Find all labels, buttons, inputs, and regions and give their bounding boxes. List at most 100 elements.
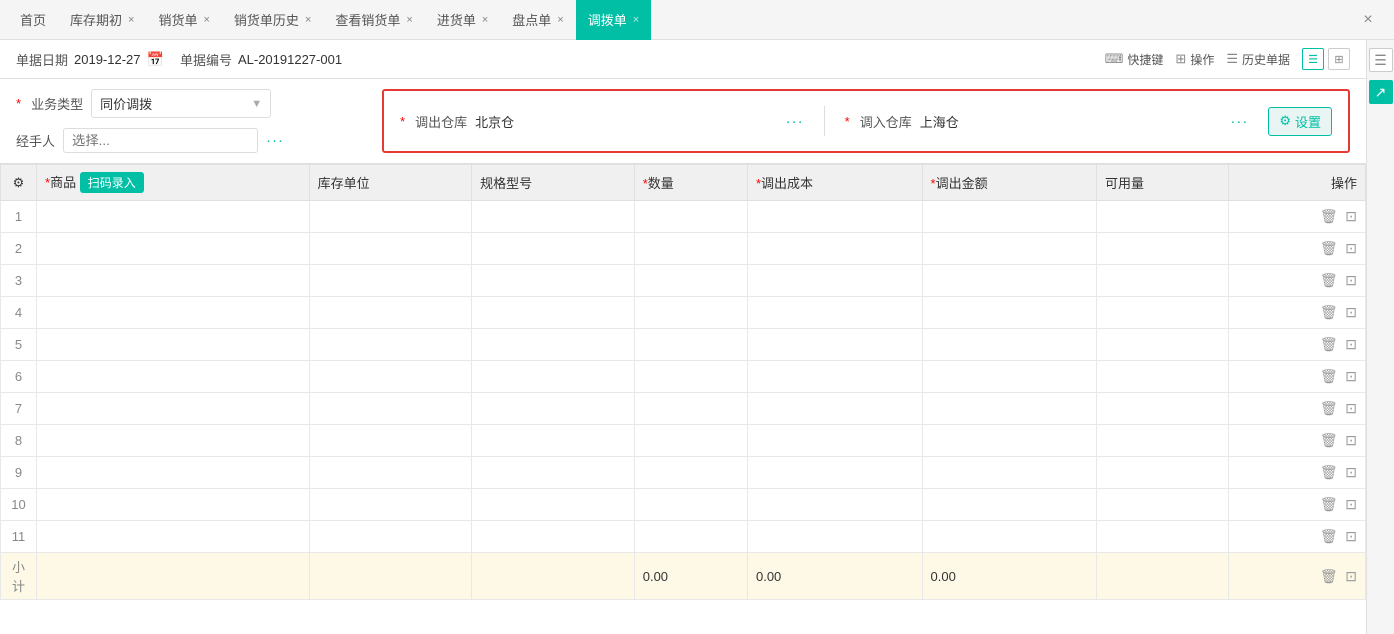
copy-icon-7[interactable]: ⊡ [1345,400,1357,416]
cell-spec-7[interactable] [472,393,635,425]
cell-amount-11[interactable] [922,521,1097,553]
delete-icon-7[interactable]: 🗑 [1320,400,1338,416]
cell-available-7[interactable] [1097,393,1229,425]
copy-icon-9[interactable]: ⊡ [1345,464,1357,480]
tab-sales-order-close[interactable]: × [203,14,209,26]
delete-icon-1[interactable]: 🗑 [1320,208,1338,224]
cell-product-2[interactable] [37,233,310,265]
cell-product-4[interactable] [37,297,310,329]
cell-cost-1[interactable] [747,201,922,233]
cell-product-3[interactable] [37,265,310,297]
tab-sales-order[interactable]: 销货单 × [146,0,221,40]
copy-icon-10[interactable]: ⊡ [1345,496,1357,512]
cell-unit-1[interactable] [309,201,472,233]
tab-inventory-init[interactable]: 库存期初 × [58,0,146,40]
cell-cost-9[interactable] [747,457,922,489]
subtotal-copy-icon[interactable]: ⊡ [1345,568,1357,584]
cell-unit-10[interactable] [309,489,472,521]
cell-qty-7[interactable] [634,393,747,425]
cell-amount-1[interactable] [922,201,1097,233]
cell-unit-5[interactable] [309,329,472,361]
cell-qty-10[interactable] [634,489,747,521]
copy-icon-4[interactable]: ⊡ [1345,304,1357,320]
tab-purchase-order[interactable]: 进货单 × [425,0,500,40]
delete-icon-10[interactable]: 🗑 [1320,496,1338,512]
subtotal-delete-icon[interactable]: 🗑 [1320,568,1338,584]
delete-icon-4[interactable]: 🗑 [1320,304,1338,320]
cell-qty-2[interactable] [634,233,747,265]
delete-icon-3[interactable]: 🗑 [1320,272,1338,288]
cell-cost-6[interactable] [747,361,922,393]
th-gear[interactable]: ⚙ [1,165,37,201]
delete-icon-9[interactable]: 🗑 [1320,464,1338,480]
cell-qty-4[interactable] [634,297,747,329]
delete-icon-11[interactable]: 🗑 [1320,528,1338,544]
cell-cost-7[interactable] [747,393,922,425]
cell-spec-4[interactable] [472,297,635,329]
cell-product-5[interactable] [37,329,310,361]
settings-button[interactable]: ⚙ 设置 [1268,107,1332,136]
copy-icon-6[interactable]: ⊡ [1345,368,1357,384]
cell-cost-10[interactable] [747,489,922,521]
copy-icon-2[interactable]: ⊡ [1345,240,1357,256]
cell-unit-7[interactable] [309,393,472,425]
cell-qty-8[interactable] [634,425,747,457]
tab-view-sales[interactable]: 查看销货单 × [323,0,424,40]
cell-unit-3[interactable] [309,265,472,297]
copy-icon-5[interactable]: ⊡ [1345,336,1357,352]
delete-icon-8[interactable]: 🗑 [1320,432,1338,448]
calendar-icon[interactable]: 📅 [147,51,164,68]
cell-cost-3[interactable] [747,265,922,297]
cell-product-1[interactable] [37,201,310,233]
copy-icon-8[interactable]: ⊡ [1345,432,1357,448]
cell-spec-11[interactable] [472,521,635,553]
cell-product-9[interactable] [37,457,310,489]
cell-unit-2[interactable] [309,233,472,265]
cell-available-1[interactable] [1097,201,1229,233]
shortcuts-button[interactable]: ⌨ 快捷键 [1105,51,1164,68]
copy-icon-11[interactable]: ⊡ [1345,528,1357,544]
cell-amount-4[interactable] [922,297,1097,329]
cell-product-6[interactable] [37,361,310,393]
tab-sales-history-close[interactable]: × [305,14,311,26]
tab-transfer-order[interactable]: 调拨单 × [576,0,651,40]
cell-spec-2[interactable] [472,233,635,265]
tab-sales-history[interactable]: 销货单历史 × [222,0,323,40]
tab-inventory-check[interactable]: 盘点单 × [500,0,575,40]
sidebar-list-icon[interactable]: ☰ [1369,48,1393,72]
cell-available-5[interactable] [1097,329,1229,361]
cell-amount-7[interactable] [922,393,1097,425]
cell-cost-2[interactable] [747,233,922,265]
warehouse-out-more-btn[interactable]: ··· [786,113,804,130]
tab-view-sales-close[interactable]: × [406,14,412,26]
cell-spec-3[interactable] [472,265,635,297]
cell-spec-10[interactable] [472,489,635,521]
sidebar-export-icon[interactable]: ↗ [1369,80,1393,104]
cell-available-11[interactable] [1097,521,1229,553]
cell-product-8[interactable] [37,425,310,457]
operations-button[interactable]: ⊞ 操作 [1175,51,1214,68]
cell-qty-3[interactable] [634,265,747,297]
operator-more-btn[interactable]: ··· [266,132,284,149]
delete-icon-2[interactable]: 🗑 [1320,240,1338,256]
cell-amount-10[interactable] [922,489,1097,521]
cell-amount-2[interactable] [922,233,1097,265]
layout-icon-list[interactable]: ☰ [1302,48,1324,70]
cell-qty-9[interactable] [634,457,747,489]
tab-inventory-check-close[interactable]: × [557,14,563,26]
cell-amount-8[interactable] [922,425,1097,457]
cell-available-6[interactable] [1097,361,1229,393]
cell-amount-6[interactable] [922,361,1097,393]
cell-cost-4[interactable] [747,297,922,329]
cell-spec-6[interactable] [472,361,635,393]
tab-purchase-order-close[interactable]: × [482,14,488,26]
cell-cost-5[interactable] [747,329,922,361]
layout-icon-grid[interactable]: ⊞ [1328,48,1350,70]
cell-unit-8[interactable] [309,425,472,457]
cell-qty-11[interactable] [634,521,747,553]
cell-spec-9[interactable] [472,457,635,489]
delete-icon-6[interactable]: 🗑 [1320,368,1338,384]
cell-amount-9[interactable] [922,457,1097,489]
copy-icon-1[interactable]: ⊡ [1345,208,1357,224]
cell-qty-1[interactable] [634,201,747,233]
